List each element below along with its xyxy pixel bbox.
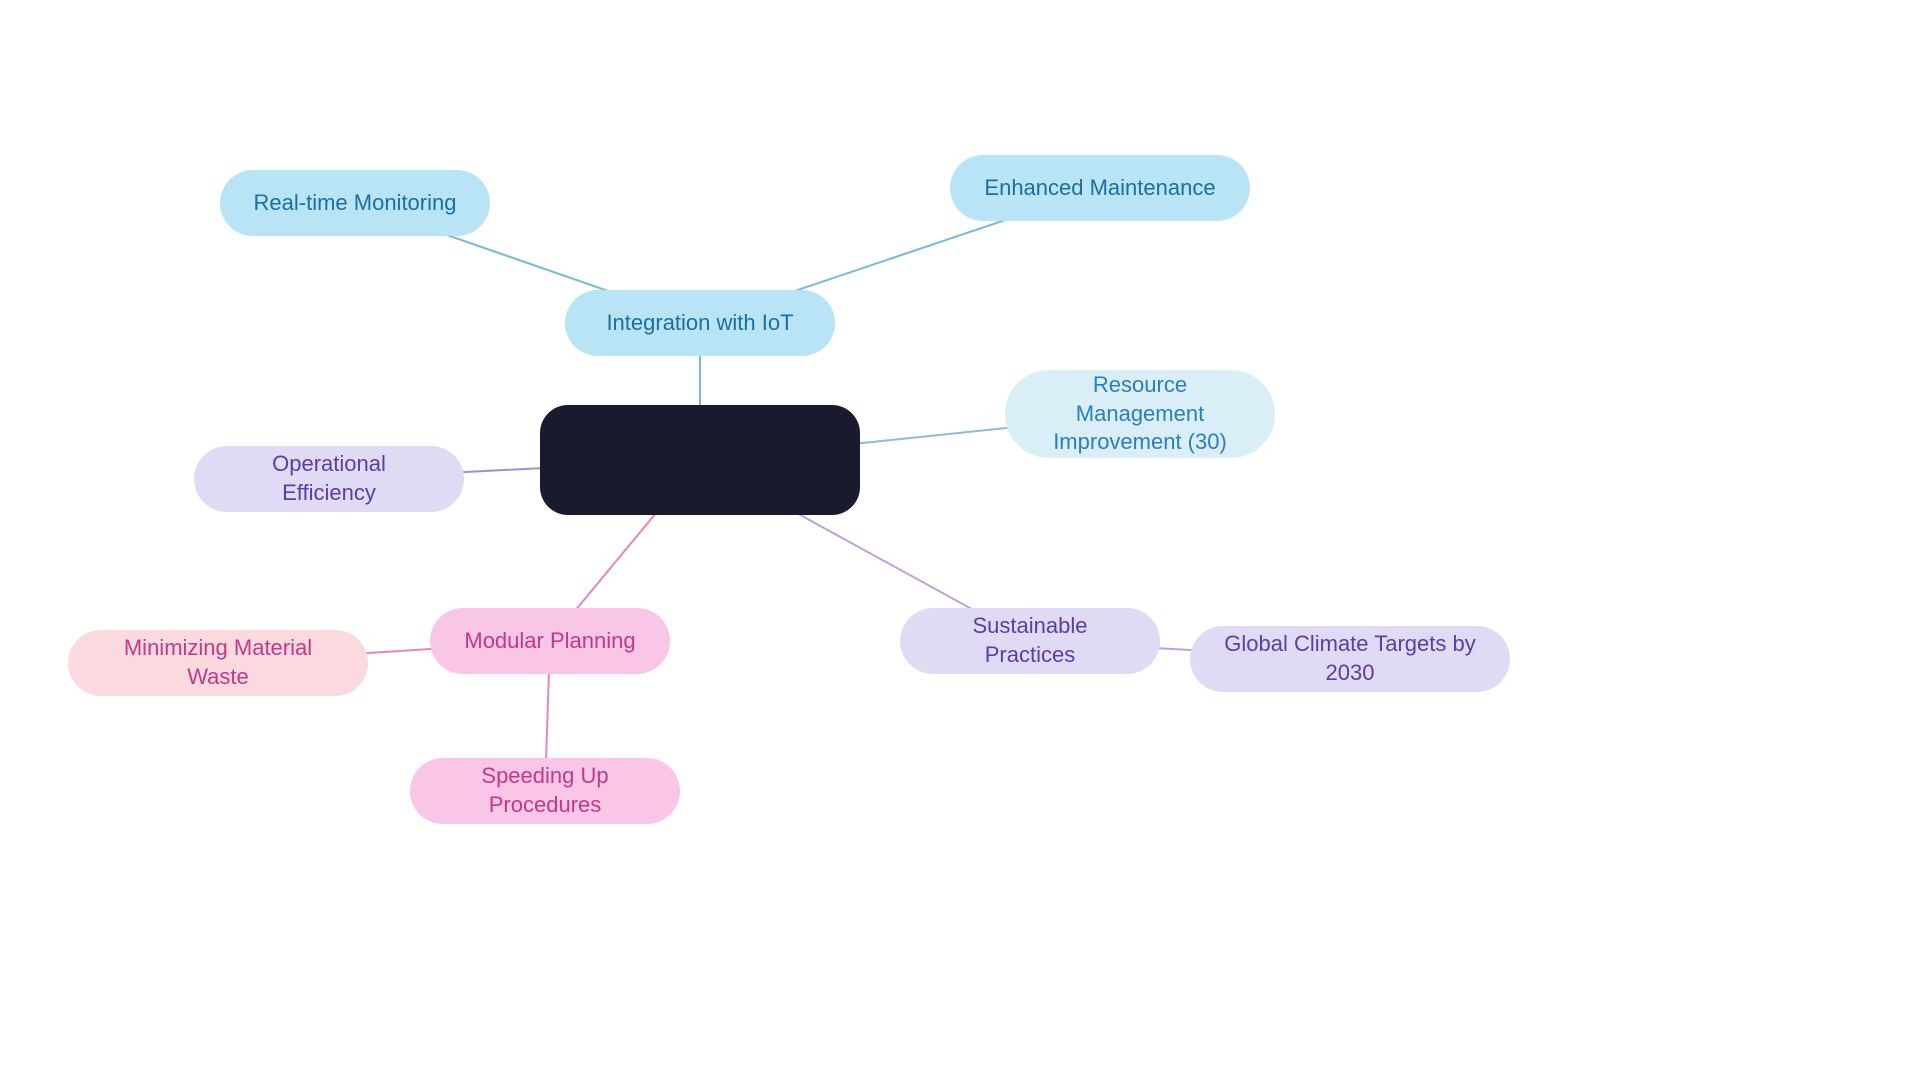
resource-management-node: Resource Management Improvement (30) xyxy=(1005,370,1275,458)
operational-efficiency-label: Operational Efficiency xyxy=(226,450,432,507)
integration-iot-label: Integration with IoT xyxy=(606,309,793,338)
minimizing-material-waste-label: Minimizing Material Waste xyxy=(100,634,336,691)
global-climate-targets-node: Global Climate Targets by 2030 xyxy=(1190,626,1510,692)
minimizing-material-waste-node: Minimizing Material Waste xyxy=(68,630,368,696)
speeding-up-procedures-label: Speeding Up Procedures xyxy=(442,762,648,819)
sustainable-practices-label: Sustainable Practices xyxy=(932,612,1128,669)
modular-planning-label: Modular Planning xyxy=(464,627,635,656)
resource-management-label: Resource Management Improvement (30) xyxy=(1037,371,1243,457)
sustainable-practices-node: Sustainable Practices xyxy=(900,608,1160,674)
real-time-monitoring-label: Real-time Monitoring xyxy=(254,189,457,218)
integration-iot-node: Integration with IoT xyxy=(565,290,835,356)
enhanced-maintenance-label: Enhanced Maintenance xyxy=(984,174,1215,203)
real-time-monitoring-node: Real-time Monitoring xyxy=(220,170,490,236)
center-node xyxy=(540,405,860,515)
enhanced-maintenance-node: Enhanced Maintenance xyxy=(950,155,1250,221)
operational-efficiency-node: Operational Efficiency xyxy=(194,446,464,512)
modular-planning-node: Modular Planning xyxy=(430,608,670,674)
speeding-up-procedures-node: Speeding Up Procedures xyxy=(410,758,680,824)
global-climate-targets-label: Global Climate Targets by 2030 xyxy=(1222,630,1478,687)
